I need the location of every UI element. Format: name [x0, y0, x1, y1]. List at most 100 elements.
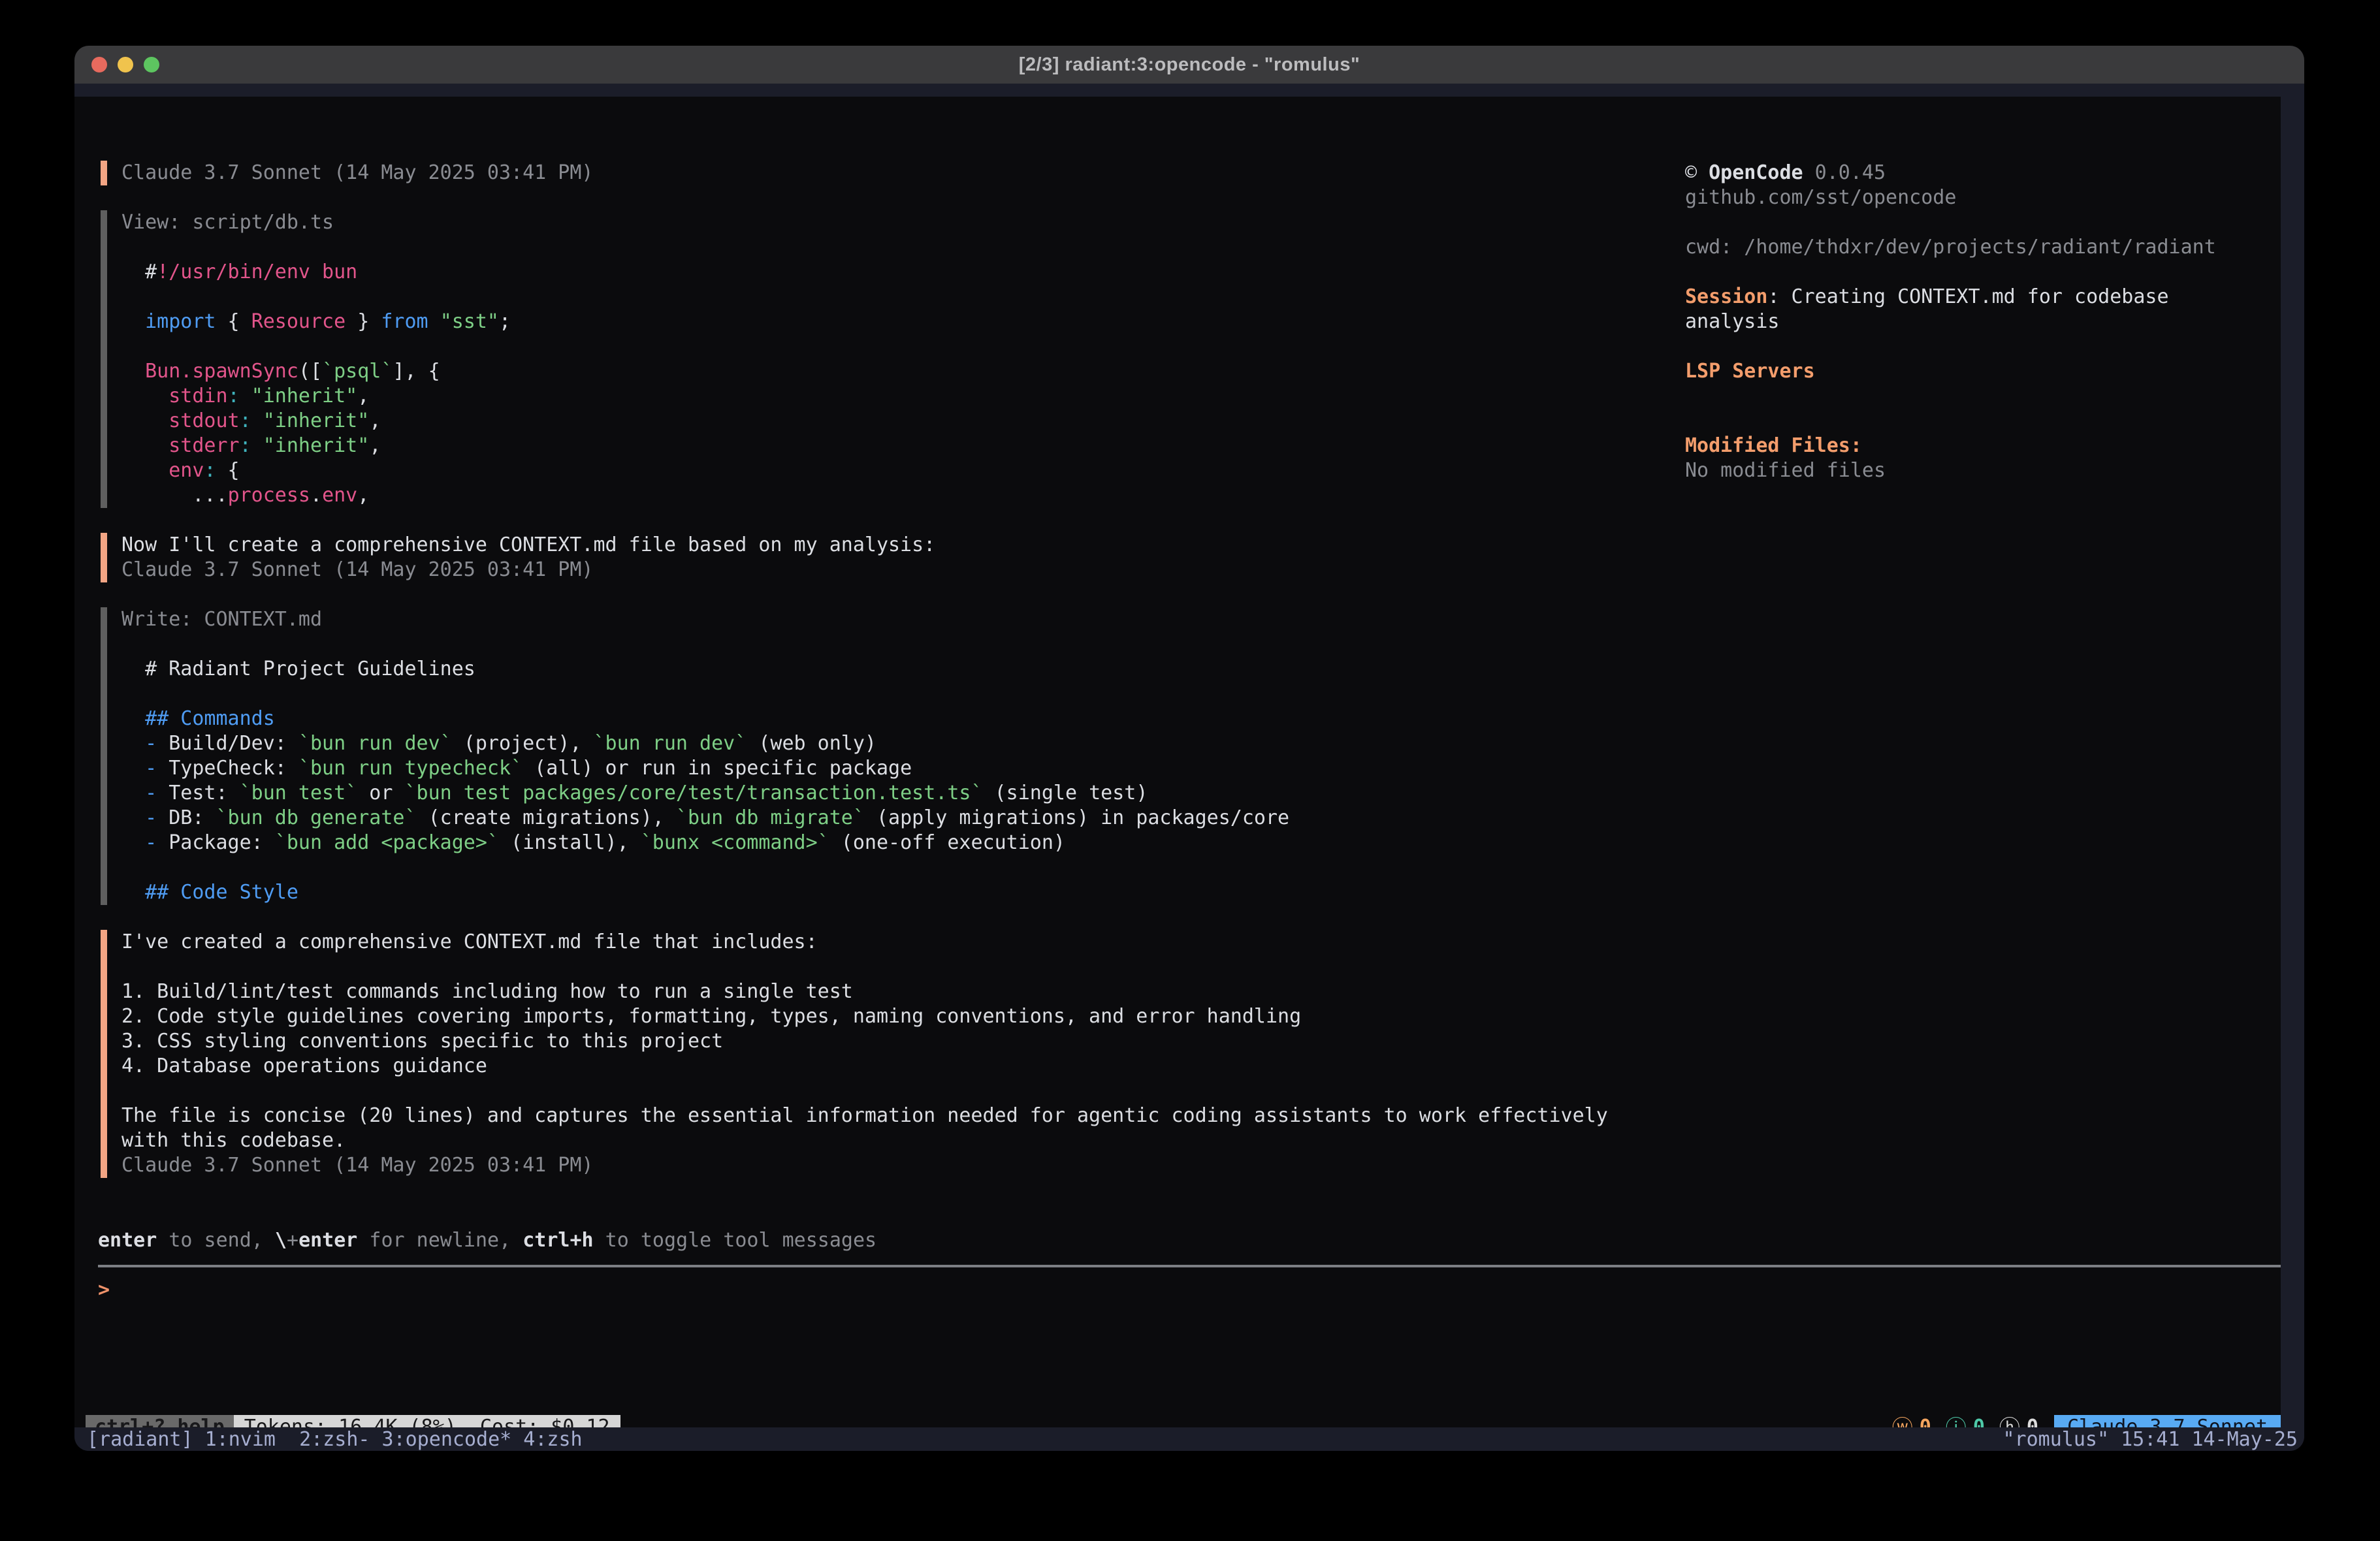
text-segment: 3. CSS styling conventions specific to t…: [121, 1030, 723, 1053]
text-segment: stderr: [169, 434, 239, 457]
text-segment: [121, 409, 169, 432]
chat-line: stderr: "inherit",: [121, 434, 1681, 458]
text-segment: [121, 310, 145, 333]
zoom-button[interactable]: [144, 57, 159, 72]
text-segment: process: [228, 484, 310, 507]
composer-hint: enter to send, \+enter for newline, ctrl…: [98, 1228, 876, 1253]
window-titlebar[interactable]: [2/3] radiant:3:opencode - "romulus": [74, 46, 2304, 84]
text-segment: ,: [357, 385, 369, 407]
sidebar-line: © OpenCode 0.0.45: [1685, 161, 2286, 185]
text-segment: Claude 3.7 Sonnet (14 May 2025 03:41 PM): [121, 161, 593, 184]
chat-block-tool-write: Write: CONTEXT.md # Radiant Project Guid…: [101, 607, 1681, 905]
chat-line: - TypeCheck: `bun run typecheck` (all) o…: [121, 756, 1681, 781]
sidebar-line: [1685, 210, 2286, 235]
chat-line: [121, 955, 1681, 979]
text-segment: to toggle tool messages: [594, 1229, 876, 1252]
text-segment: Build/Dev:: [157, 732, 298, 755]
text-segment: OpenCode: [1709, 161, 1803, 184]
chat-line: [121, 334, 1681, 359]
chat-line: stdout: "inherit",: [121, 409, 1681, 434]
text-segment: with this codebase.: [121, 1129, 346, 1152]
sidebar-line: Session: Creating CONTEXT.md for codebas…: [1685, 285, 2286, 310]
text-segment: ,: [357, 484, 369, 507]
text-segment: Package:: [157, 831, 275, 854]
text-segment: {: [216, 459, 240, 482]
chat-line: 4. Database operations guidance: [121, 1054, 1681, 1079]
text-segment: (install),: [499, 831, 641, 854]
sidebar-lines: © OpenCode 0.0.45github.com/sst/opencode…: [1685, 161, 2286, 483]
text-segment: "inherit": [251, 385, 358, 407]
minimize-button[interactable]: [118, 57, 133, 72]
chat-line: with this codebase.: [121, 1128, 1681, 1153]
close-button[interactable]: [91, 57, 107, 72]
text-segment: stdin: [169, 385, 227, 407]
text-segment: [121, 732, 145, 755]
text-segment: +: [287, 1229, 298, 1252]
text-segment: Write: CONTEXT.md: [121, 608, 322, 631]
text-segment: -: [145, 732, 157, 755]
traffic-lights: [91, 57, 159, 72]
chat-line: import { Resource } from "sst";: [121, 310, 1681, 334]
chat-line: Claude 3.7 Sonnet (14 May 2025 03:41 PM): [121, 558, 1681, 582]
tmux-window-list[interactable]: [radiant] 1:nvim 2:zsh- 3:opencode* 4:zs…: [87, 1427, 583, 1451]
text-segment: 2. Code style guidelines covering import…: [121, 1005, 1301, 1028]
text-segment: [121, 881, 145, 904]
text-segment: }: [346, 310, 381, 333]
chat-line: - DB: `bun db generate` (create migratio…: [121, 806, 1681, 831]
chat-line: [121, 632, 1681, 657]
text-segment: ;: [499, 310, 511, 333]
text-segment: [121, 385, 169, 407]
text-segment: 4. Database operations guidance: [121, 1055, 487, 1077]
prompt-icon: >: [98, 1278, 110, 1303]
text-segment: View: script/db.ts: [121, 211, 334, 234]
text-segment: :: [240, 434, 251, 457]
chat-line: ...process.env,: [121, 483, 1681, 508]
chat-line: [121, 682, 1681, 707]
text-segment: enter: [298, 1229, 357, 1252]
text-segment: or: [357, 782, 404, 804]
text-segment: `bun add <package>`: [275, 831, 499, 854]
text-segment: I've created a comprehensive CONTEXT.md …: [121, 930, 818, 953]
chat-line: Bun.spawnSync([`psql`], {: [121, 359, 1681, 384]
text-segment: enter: [98, 1229, 157, 1252]
text-segment: # Radiant Project Guidelines: [121, 658, 475, 680]
chat-block-tool-view: View: script/db.ts #!/usr/bin/env bun im…: [101, 210, 1681, 508]
chat-line: Write: CONTEXT.md: [121, 607, 1681, 632]
text-segment: ctrl+h: [523, 1229, 593, 1252]
chat-line: #!/usr/bin/env bun: [121, 260, 1681, 285]
chat-line: View: script/db.ts: [121, 210, 1681, 235]
text-segment: Modified Files:: [1685, 434, 1862, 457]
text-segment: Claude 3.7 Sonnet (14 May 2025 03:41 PM): [121, 1154, 593, 1177]
text-segment: -: [145, 757, 157, 780]
text-segment: 0.0.45: [1803, 161, 1886, 184]
text-segment: "inherit": [263, 434, 370, 457]
text-segment: -: [145, 806, 157, 829]
text-segment: to send,: [157, 1229, 275, 1252]
text-segment: env: [322, 484, 357, 507]
chat-line: Claude 3.7 Sonnet (14 May 2025 03:41 PM): [121, 161, 1681, 185]
chat-line: I've created a comprehensive CONTEXT.md …: [121, 930, 1681, 955]
text-segment: -: [145, 831, 157, 854]
chat-block-message: Now I'll create a comprehensive CONTEXT.…: [101, 533, 1681, 582]
scrollbar-gutter: [2281, 97, 2292, 1435]
text-segment: : Creating CONTEXT.md for codebase: [1767, 285, 2168, 308]
text-segment: Claude 3.7 Sonnet (14 May 2025 03:41 PM): [121, 558, 593, 581]
text-segment: (project),: [452, 732, 594, 755]
chat-line: [121, 1079, 1681, 1104]
message-input[interactable]: [124, 1278, 2279, 1402]
text-segment: `bun db generate`: [216, 806, 417, 829]
text-segment: The file is concise (20 lines) and captu…: [121, 1104, 1608, 1127]
text-segment: {: [216, 310, 251, 333]
text-segment: [240, 385, 251, 407]
text-segment: [121, 757, 145, 780]
chat-line: ## Code Style: [121, 880, 1681, 905]
chat-area: Claude 3.7 Sonnet (14 May 2025 03:41 PM)…: [101, 161, 1681, 1203]
terminal-content: Claude 3.7 Sonnet (14 May 2025 03:41 PM)…: [74, 84, 2304, 1451]
text-segment: ], {: [393, 360, 440, 383]
chat-line: # Radiant Project Guidelines: [121, 657, 1681, 682]
sidebar-line: No modified files: [1685, 458, 2286, 483]
text-segment: TypeCheck:: [157, 757, 298, 780]
sidebar-line: Modified Files:: [1685, 434, 2286, 458]
text-segment: (single test): [983, 782, 1148, 804]
chat-line: Claude 3.7 Sonnet (14 May 2025 03:41 PM): [121, 1153, 1681, 1178]
